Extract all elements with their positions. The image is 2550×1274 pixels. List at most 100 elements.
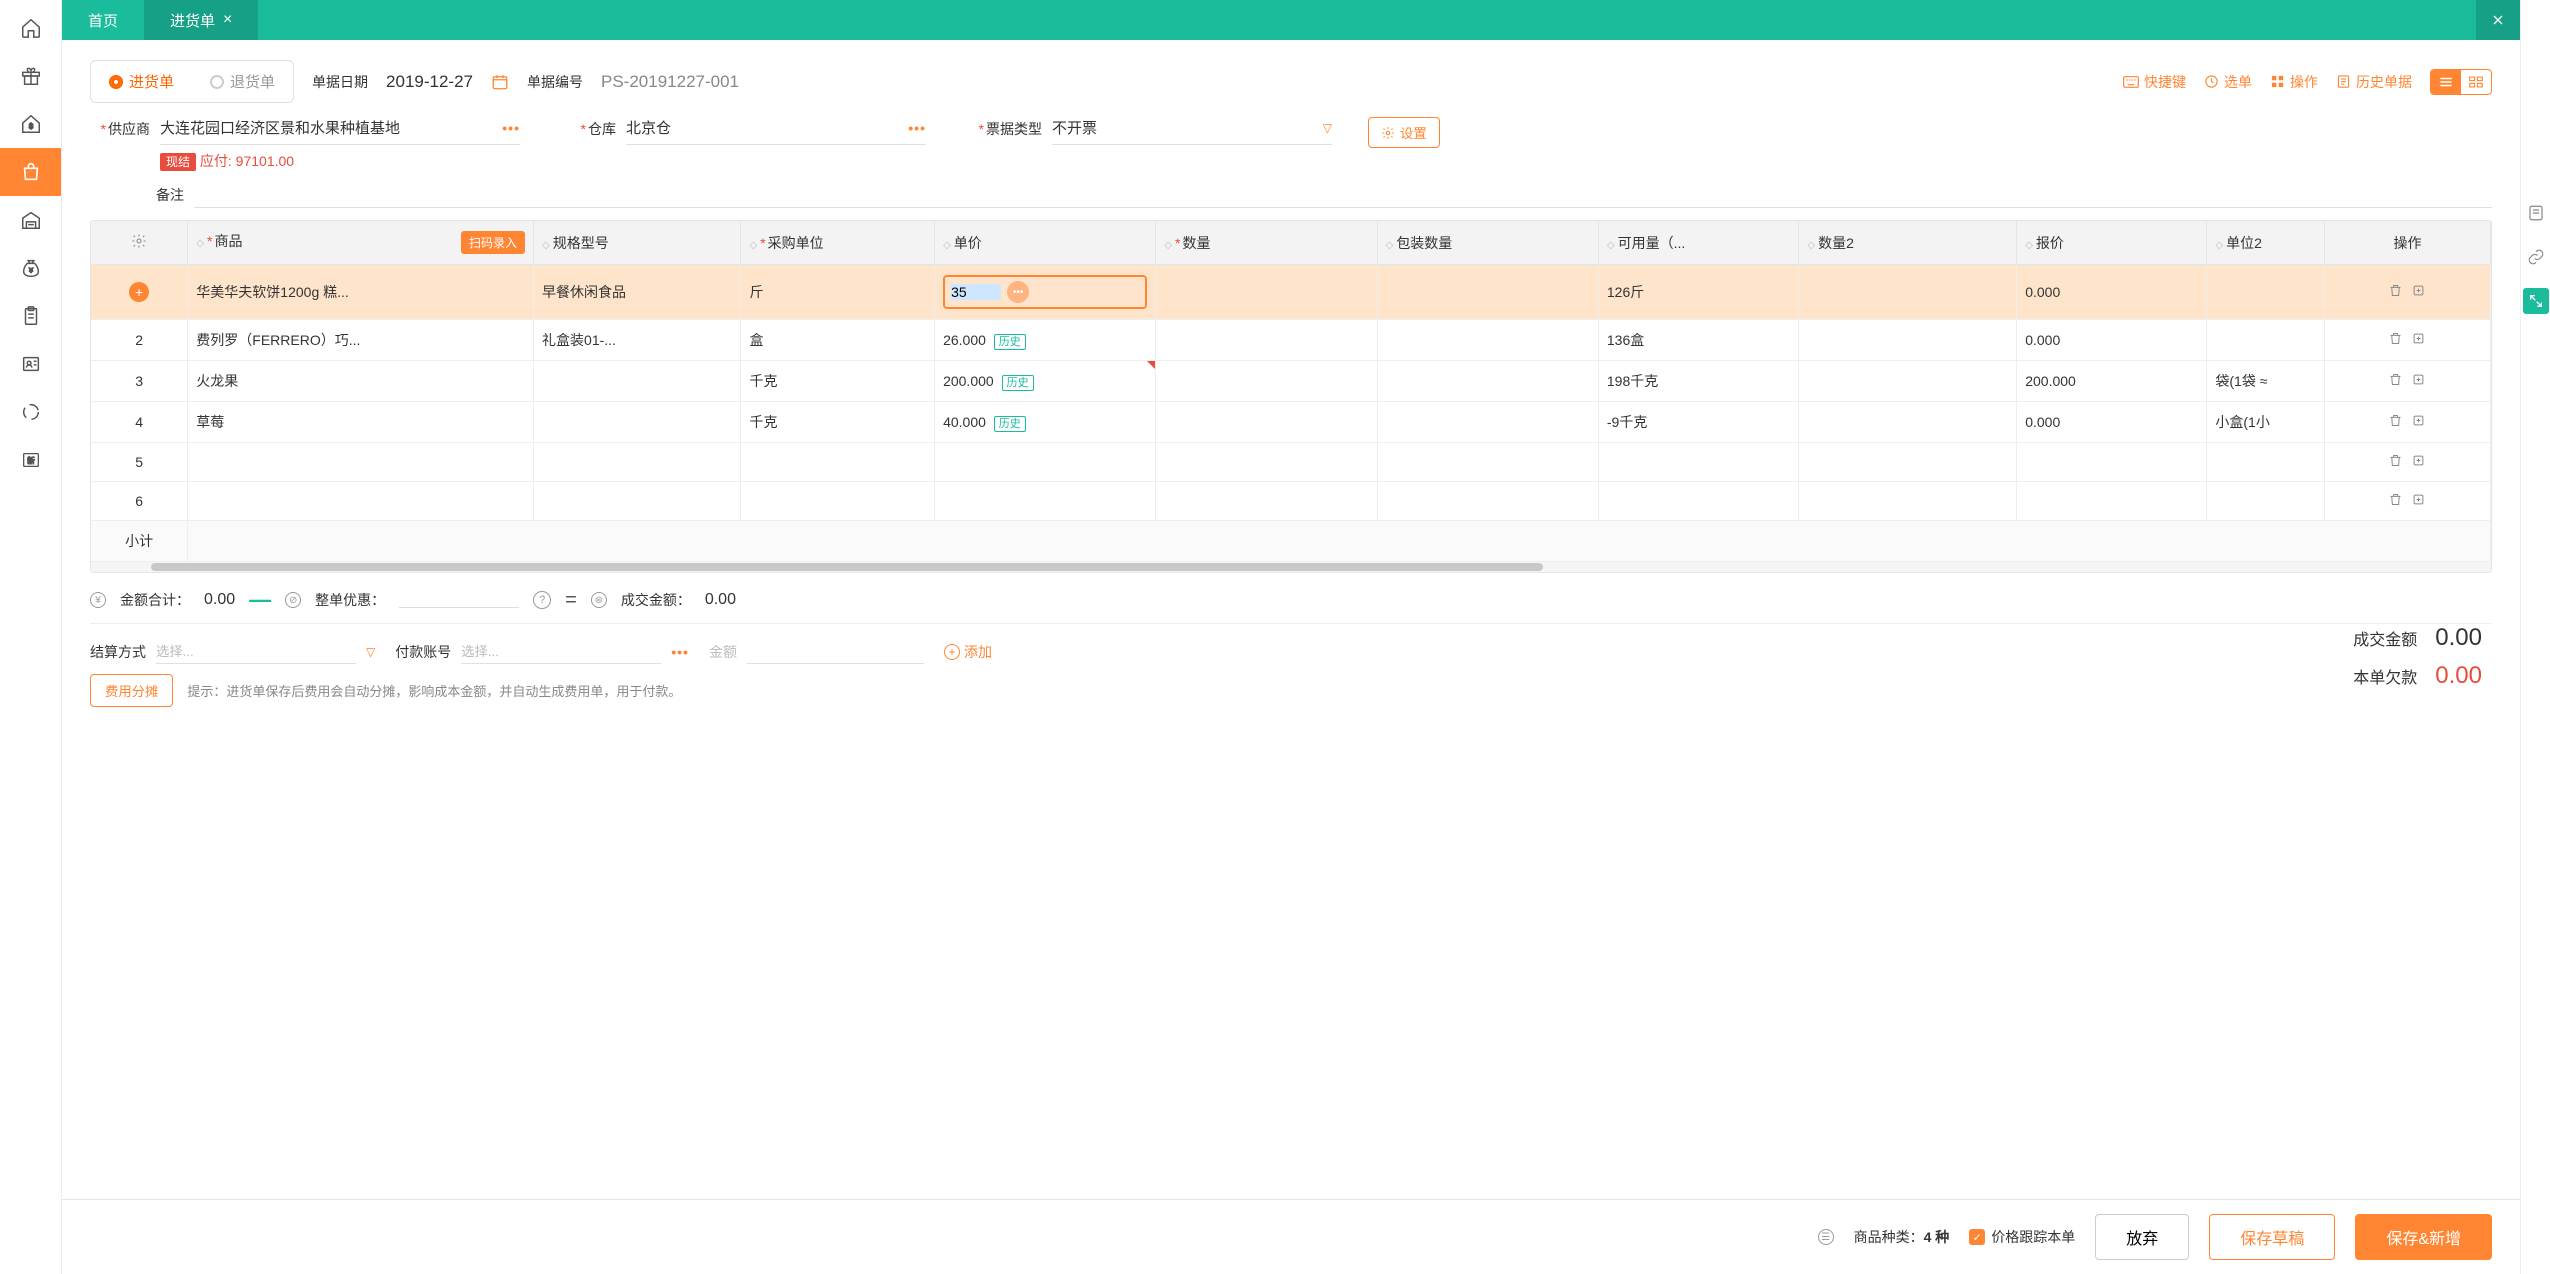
- nav-home[interactable]: [0, 4, 61, 52]
- cell-unit2[interactable]: 袋(1袋 ≈: [2207, 361, 2325, 402]
- pay-acct-more-icon[interactable]: •••: [671, 644, 689, 660]
- cell-price[interactable]: 200.000 历史: [935, 361, 1156, 402]
- cell-pack[interactable]: [1377, 482, 1598, 521]
- save-draft-button[interactable]: 保存草稿: [2209, 1214, 2335, 1260]
- cell-goods[interactable]: 火龙果: [188, 361, 534, 402]
- cell-price[interactable]: [935, 482, 1156, 521]
- cell-price[interactable]: [935, 443, 1156, 482]
- copy-row-icon[interactable]: [2411, 494, 2426, 510]
- cell-spec[interactable]: [534, 443, 741, 482]
- chevron-down-icon[interactable]: ▽: [1323, 121, 1332, 135]
- scan-button[interactable]: 扫码录入: [461, 231, 525, 254]
- settings-button[interactable]: 设置: [1368, 117, 1440, 148]
- calendar-icon[interactable]: [491, 73, 509, 91]
- shortcut-link[interactable]: 快捷键: [2123, 72, 2186, 92]
- nav-new[interactable]: 新: [0, 436, 61, 484]
- cell-qty2[interactable]: [1799, 482, 2017, 521]
- cell-qty[interactable]: [1156, 320, 1377, 361]
- cell-price[interactable]: •••: [935, 265, 1156, 320]
- col-qty2[interactable]: ◇数量2: [1799, 221, 2017, 265]
- col-unit2[interactable]: ◇单位2: [2207, 221, 2325, 265]
- cell-unit[interactable]: [741, 482, 935, 521]
- cell-price[interactable]: 26.000 历史: [935, 320, 1156, 361]
- history-link[interactable]: 历史单据: [2336, 72, 2412, 92]
- cell-spec[interactable]: 早餐休闲食品: [534, 265, 741, 320]
- close-icon[interactable]: ×: [223, 12, 232, 28]
- fee-split-button[interactable]: 费用分摊: [90, 674, 173, 707]
- col-spec[interactable]: ◇规格型号: [534, 221, 741, 265]
- cell-unit[interactable]: 千克: [741, 402, 935, 443]
- col-price[interactable]: ◇单价: [935, 221, 1156, 265]
- copy-row-icon[interactable]: [2411, 455, 2426, 471]
- cell-qty2[interactable]: [1799, 265, 2017, 320]
- cell-unit2[interactable]: [2207, 482, 2325, 521]
- delete-row-icon[interactable]: [2388, 494, 2403, 510]
- cell-qty[interactable]: [1156, 402, 1377, 443]
- date-value[interactable]: 2019-12-27: [386, 72, 473, 92]
- type-tab-purchase[interactable]: 进货单: [91, 61, 192, 102]
- cell-unit2[interactable]: [2207, 320, 2325, 361]
- delete-row-icon[interactable]: [2388, 285, 2403, 301]
- table-row[interactable]: 4草莓千克40.000 历史-9千克0.000小盒(1小: [91, 402, 2491, 443]
- delete-row-icon[interactable]: [2388, 333, 2403, 349]
- save-new-button[interactable]: 保存&新增: [2355, 1214, 2492, 1260]
- cell-pack[interactable]: [1377, 402, 1598, 443]
- discard-button[interactable]: 放弃: [2095, 1214, 2189, 1260]
- cell-spec[interactable]: [534, 482, 741, 521]
- table-row[interactable]: 6: [91, 482, 2491, 521]
- nav-gift[interactable]: [0, 52, 61, 100]
- table-row[interactable]: 2费列罗（FERRERO）巧...礼盒装01-...盒26.000 历史136盒…: [91, 320, 2491, 361]
- delete-row-icon[interactable]: [2388, 374, 2403, 390]
- note-input[interactable]: [194, 179, 2492, 208]
- price-input[interactable]: [951, 284, 1001, 300]
- cell-qty2[interactable]: [1799, 402, 2017, 443]
- cell-qty2[interactable]: [1799, 361, 2017, 402]
- type-tab-return[interactable]: 退货单: [192, 61, 293, 102]
- col-unit[interactable]: ◇*采购单位: [741, 221, 935, 265]
- cell-qty[interactable]: [1156, 482, 1377, 521]
- cell-pack[interactable]: [1377, 320, 1598, 361]
- tab-purchase[interactable]: 进货单 ×: [144, 0, 258, 40]
- nav-loading[interactable]: [0, 388, 61, 436]
- nav-money-house[interactable]: $: [0, 100, 61, 148]
- operations-link[interactable]: 操作: [2270, 72, 2318, 92]
- cell-pack[interactable]: [1377, 265, 1598, 320]
- cell-qty2[interactable]: [1799, 320, 2017, 361]
- copy-row-icon[interactable]: [2411, 285, 2426, 301]
- track-checkbox[interactable]: ✓: [1969, 1229, 1985, 1245]
- billtype-value[interactable]: 不开票: [1052, 117, 1097, 138]
- col-avail[interactable]: ◇可用量（...: [1598, 221, 1799, 265]
- col-pack[interactable]: ◇包装数量: [1377, 221, 1598, 265]
- col-gear[interactable]: [91, 221, 188, 265]
- cell-unit[interactable]: [741, 443, 935, 482]
- price-more-icon[interactable]: •••: [1007, 281, 1029, 303]
- nav-contact[interactable]: [0, 340, 61, 388]
- history-tag[interactable]: 历史: [994, 416, 1026, 432]
- add-row-icon[interactable]: +: [129, 282, 149, 302]
- cell-goods[interactable]: 草莓: [188, 402, 534, 443]
- delete-row-icon[interactable]: [2388, 455, 2403, 471]
- cell-unit[interactable]: 盒: [741, 320, 935, 361]
- delete-row-icon[interactable]: [2388, 415, 2403, 431]
- rail-link-icon[interactable]: [2523, 244, 2549, 270]
- nav-moneybag[interactable]: ¥: [0, 244, 61, 292]
- discount-input[interactable]: [399, 592, 519, 608]
- cell-pack[interactable]: [1377, 361, 1598, 402]
- pay-amt-input[interactable]: [747, 640, 924, 664]
- cell-price[interactable]: 40.000 历史: [935, 402, 1156, 443]
- cell-unit[interactable]: 斤: [741, 265, 935, 320]
- supplier-more-icon[interactable]: •••: [502, 120, 520, 136]
- cell-unit2[interactable]: [2207, 265, 2325, 320]
- nav-warehouse[interactable]: [0, 196, 61, 244]
- copy-row-icon[interactable]: [2411, 333, 2426, 349]
- cell-qty[interactable]: [1156, 443, 1377, 482]
- warehouse-more-icon[interactable]: •••: [908, 120, 926, 136]
- pay-method-input[interactable]: [156, 640, 356, 664]
- history-tag[interactable]: 历史: [1002, 375, 1034, 391]
- rail-note-icon[interactable]: [2523, 200, 2549, 226]
- cell-goods[interactable]: 费列罗（FERRERO）巧...: [188, 320, 534, 361]
- cell-goods[interactable]: [188, 482, 534, 521]
- view-card-button[interactable]: [2461, 70, 2491, 94]
- help-icon[interactable]: ?: [533, 591, 551, 609]
- cell-goods[interactable]: [188, 443, 534, 482]
